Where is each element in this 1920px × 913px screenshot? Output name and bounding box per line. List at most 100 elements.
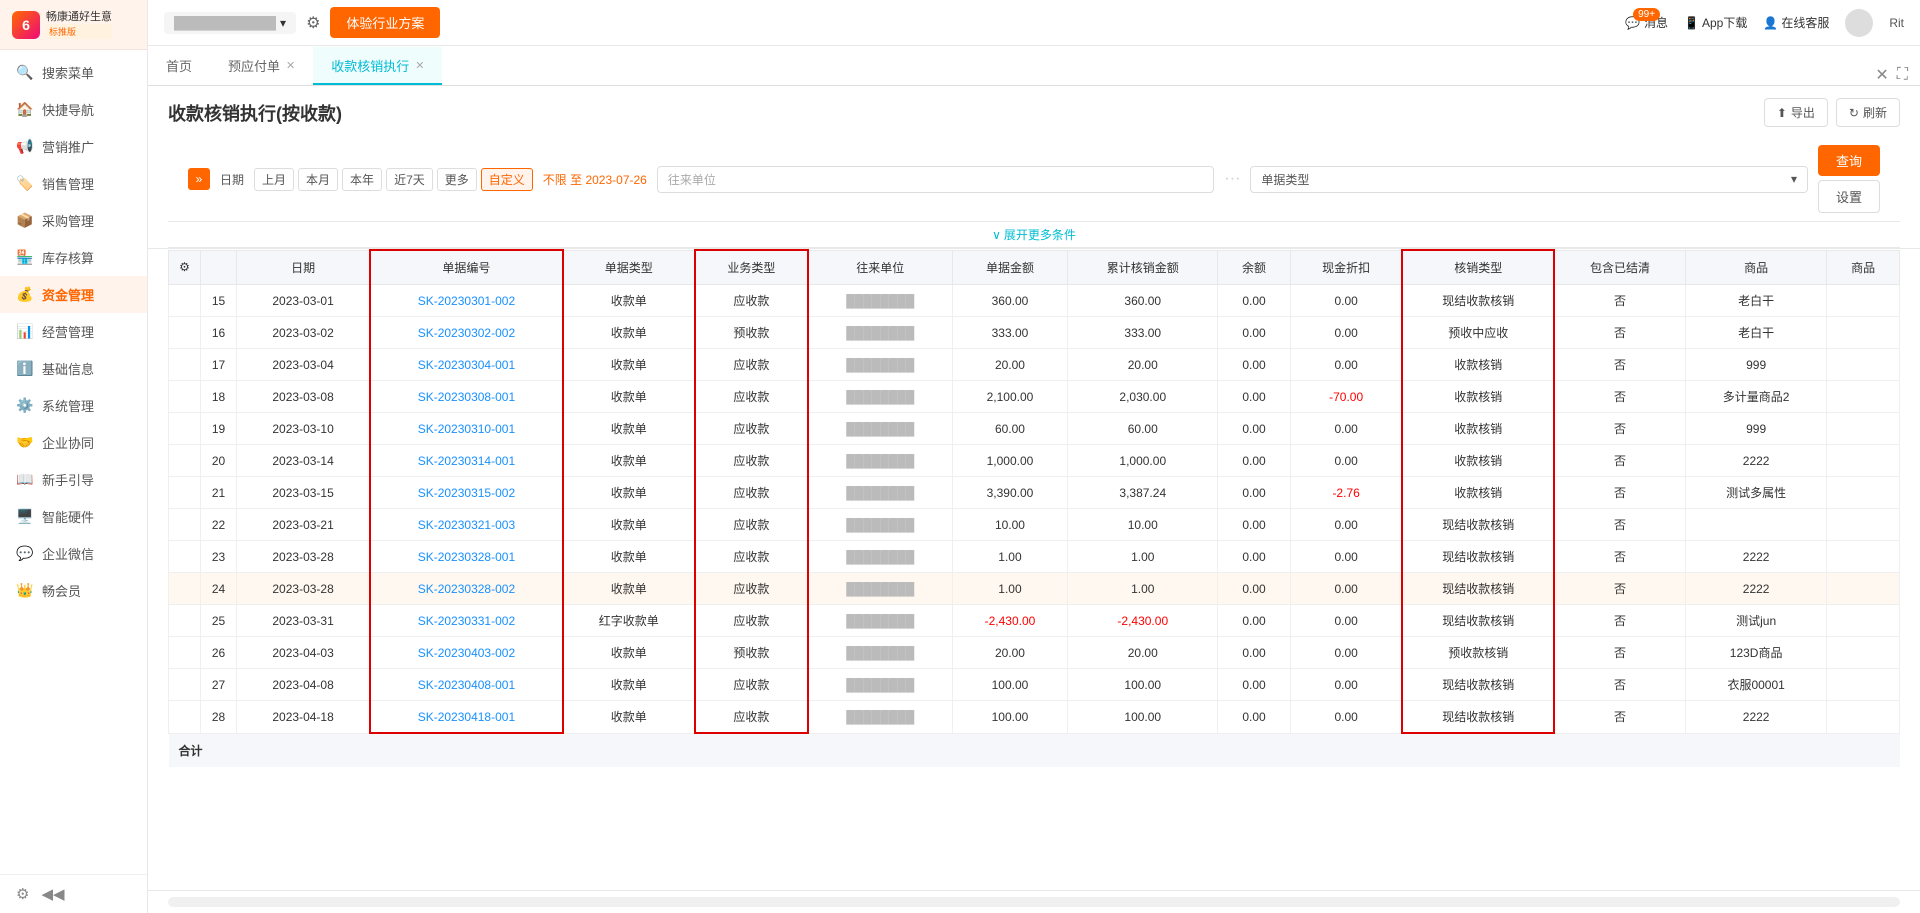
td-incl-settled: 否 bbox=[1554, 541, 1685, 573]
query-btn[interactable]: 查询 bbox=[1818, 145, 1880, 176]
sidebar-item-sales-mgmt[interactable]: 🏷️销售管理 bbox=[0, 165, 147, 202]
horizontal-scrollbar[interactable] bbox=[168, 897, 1900, 907]
filter-expand-btn[interactable]: » bbox=[188, 168, 210, 190]
bill-no-link[interactable]: SK-20230304-001 bbox=[418, 358, 515, 372]
refresh-btn[interactable]: ↻ 刷新 bbox=[1836, 98, 1900, 127]
bill-no-link[interactable]: SK-20230403-002 bbox=[418, 646, 515, 660]
sidebar-item-funds-mgmt[interactable]: 💰资金管理 bbox=[0, 276, 147, 313]
filter-more-btn[interactable]: 更多 bbox=[437, 168, 477, 191]
td-settings bbox=[169, 701, 201, 734]
bill-no-link[interactable]: SK-20230408-001 bbox=[418, 678, 515, 692]
table-scroll-bar-area bbox=[148, 890, 1920, 913]
avatar[interactable] bbox=[1845, 9, 1873, 37]
gear-icon[interactable]: ⚙ bbox=[306, 13, 320, 33]
td-goods: 老白干 bbox=[1685, 285, 1826, 317]
tab-pre-payment-close[interactable]: ✕ bbox=[286, 59, 295, 72]
td-goods2 bbox=[1827, 573, 1900, 605]
td-cash-discount: 0.00 bbox=[1290, 285, 1402, 317]
sidebar-item-smart-hw[interactable]: 🖥️智能硬件 bbox=[0, 498, 147, 535]
message-btn[interactable]: 💬 消息 99+ bbox=[1625, 14, 1668, 31]
filter-this-month-btn[interactable]: 本月 bbox=[298, 168, 338, 191]
td-bill-type: 收款单 bbox=[563, 541, 695, 573]
td-incl-settled: 否 bbox=[1554, 605, 1685, 637]
bill-no-link[interactable]: SK-20230328-001 bbox=[418, 550, 515, 564]
tab-pre-payment[interactable]: 预应付单 ✕ bbox=[210, 47, 313, 85]
bill-no-link[interactable]: SK-20230301-002 bbox=[418, 294, 515, 308]
bill-no-link[interactable]: SK-20230315-002 bbox=[418, 486, 515, 500]
trial-btn[interactable]: 体验行业方案 bbox=[330, 7, 440, 38]
bill-no-link[interactable]: SK-20230302-002 bbox=[418, 326, 515, 340]
td-settings bbox=[169, 669, 201, 701]
sidebar-item-corp-wechat[interactable]: 💬企业微信 bbox=[0, 535, 147, 572]
sidebar-item-purchase-mgmt[interactable]: 📦采购管理 bbox=[0, 202, 147, 239]
partner-unit-input[interactable]: 往来单位 bbox=[657, 166, 1215, 193]
th-settings[interactable]: ⚙ bbox=[169, 250, 201, 285]
bill-no-link[interactable]: SK-20230321-003 bbox=[418, 518, 515, 532]
company-select[interactable]: ████████████ ▾ bbox=[164, 12, 296, 34]
refresh-icon: ↻ bbox=[1849, 106, 1859, 120]
bill-no-link[interactable]: SK-20230331-002 bbox=[418, 614, 515, 628]
sidebar-item-marketing[interactable]: 📢营销推广 bbox=[0, 128, 147, 165]
collapse-icon[interactable]: ◀◀ bbox=[41, 885, 64, 903]
filter-date-btns: 上月 本月 本年 近7天 更多 自定义 bbox=[254, 168, 533, 191]
smart-hw-icon: 🖥️ bbox=[16, 508, 34, 525]
date-filter-label: 日期 bbox=[220, 171, 244, 188]
td-cash-discount: 0.00 bbox=[1290, 445, 1402, 477]
sidebar-item-corp-coop[interactable]: 🤝企业协同 bbox=[0, 424, 147, 461]
bill-no-link[interactable]: SK-20230314-001 bbox=[418, 454, 515, 468]
td-bill-no: SK-20230321-003 bbox=[370, 509, 563, 541]
app-download-btn[interactable]: 📱 App下载 bbox=[1684, 14, 1747, 31]
td-goods2 bbox=[1827, 509, 1900, 541]
td-write-off-type: 收款核销 bbox=[1402, 445, 1554, 477]
filter-custom-btn[interactable]: 自定义 bbox=[481, 168, 533, 191]
th-seq bbox=[201, 250, 237, 285]
sidebar-item-basic-info[interactable]: ℹ️基础信息 bbox=[0, 350, 147, 387]
td-goods: 999 bbox=[1685, 413, 1826, 445]
bill-no-link[interactable]: SK-20230418-001 bbox=[418, 710, 515, 724]
th-incl-settled: 包含已结清 bbox=[1554, 250, 1685, 285]
td-bill-type: 收款单 bbox=[563, 669, 695, 701]
sidebar-item-member[interactable]: 👑畅会员 bbox=[0, 572, 147, 609]
table-row: 16 2023-03-02 SK-20230302-002 收款单 预收款 ██… bbox=[169, 317, 1900, 349]
bill-no-link[interactable]: SK-20230308-001 bbox=[418, 390, 515, 404]
filter-this-year-btn[interactable]: 本年 bbox=[342, 168, 382, 191]
tab-collection-exec[interactable]: 收款核销执行 ✕ bbox=[313, 47, 442, 85]
td-acc-amount: -2,430.00 bbox=[1068, 605, 1218, 637]
sidebar-item-search[interactable]: 🔍搜索菜单 bbox=[0, 54, 147, 91]
filter-last-month-btn[interactable]: 上月 bbox=[254, 168, 294, 191]
td-partner: ████████ bbox=[808, 445, 952, 477]
table-header-row: ⚙ 日期 单据编号 单据类型 业务类型 往来单位 单据金额 累计核销金额 余额 … bbox=[169, 250, 1900, 285]
sidebar-item-inventory[interactable]: 🏪库存核算 bbox=[0, 239, 147, 276]
online-service-btn[interactable]: 👤 在线客服 bbox=[1763, 14, 1829, 31]
expand-more-btn[interactable]: ∨ 展开更多条件 bbox=[992, 226, 1076, 243]
td-partner: ████████ bbox=[808, 669, 952, 701]
sidebar-item-sys-mgmt[interactable]: ⚙️系统管理 bbox=[0, 387, 147, 424]
bill-no-link[interactable]: SK-20230310-001 bbox=[418, 422, 515, 436]
td-partner: ████████ bbox=[808, 605, 952, 637]
bill-no-link[interactable]: SK-20230328-002 bbox=[418, 582, 515, 596]
sidebar-item-quick-nav[interactable]: 🏠快捷导航 bbox=[0, 91, 147, 128]
bill-type-select[interactable]: 单据类型 ▾ bbox=[1250, 166, 1808, 193]
sidebar-item-ops-mgmt[interactable]: 📊经营管理 bbox=[0, 313, 147, 350]
td-goods2 bbox=[1827, 605, 1900, 637]
filter-settings-btn[interactable]: 设置 bbox=[1818, 180, 1880, 213]
td-write-off-type: 现结收款核销 bbox=[1402, 669, 1554, 701]
settings-footer-icon[interactable]: ⚙ bbox=[16, 885, 29, 903]
td-partner: ████████ bbox=[808, 573, 952, 605]
column-settings-icon[interactable]: ⚙ bbox=[179, 260, 190, 274]
td-write-off-type: 现结收款核销 bbox=[1402, 701, 1554, 734]
table-row: 19 2023-03-10 SK-20230310-001 收款单 应收款 ██… bbox=[169, 413, 1900, 445]
filter-7days-btn[interactable]: 近7天 bbox=[386, 168, 433, 191]
maximize-window-icon[interactable]: ⛶ bbox=[1897, 66, 1908, 84]
td-goods: 测试多属性 bbox=[1685, 477, 1826, 509]
username[interactable]: Rit bbox=[1889, 16, 1904, 30]
export-btn[interactable]: ⬆ 导出 bbox=[1764, 98, 1828, 127]
sidebar-item-beginner[interactable]: 📖新手引导 bbox=[0, 461, 147, 498]
td-bill-no: SK-20230328-001 bbox=[370, 541, 563, 573]
close-window-icon[interactable]: ✕ bbox=[1875, 65, 1888, 85]
td-biz-type: 应收款 bbox=[695, 541, 808, 573]
td-bill-no: SK-20230314-001 bbox=[370, 445, 563, 477]
tab-home[interactable]: 首页 bbox=[148, 47, 210, 85]
tab-collection-exec-close[interactable]: ✕ bbox=[415, 59, 424, 72]
td-incl-settled: 否 bbox=[1554, 477, 1685, 509]
